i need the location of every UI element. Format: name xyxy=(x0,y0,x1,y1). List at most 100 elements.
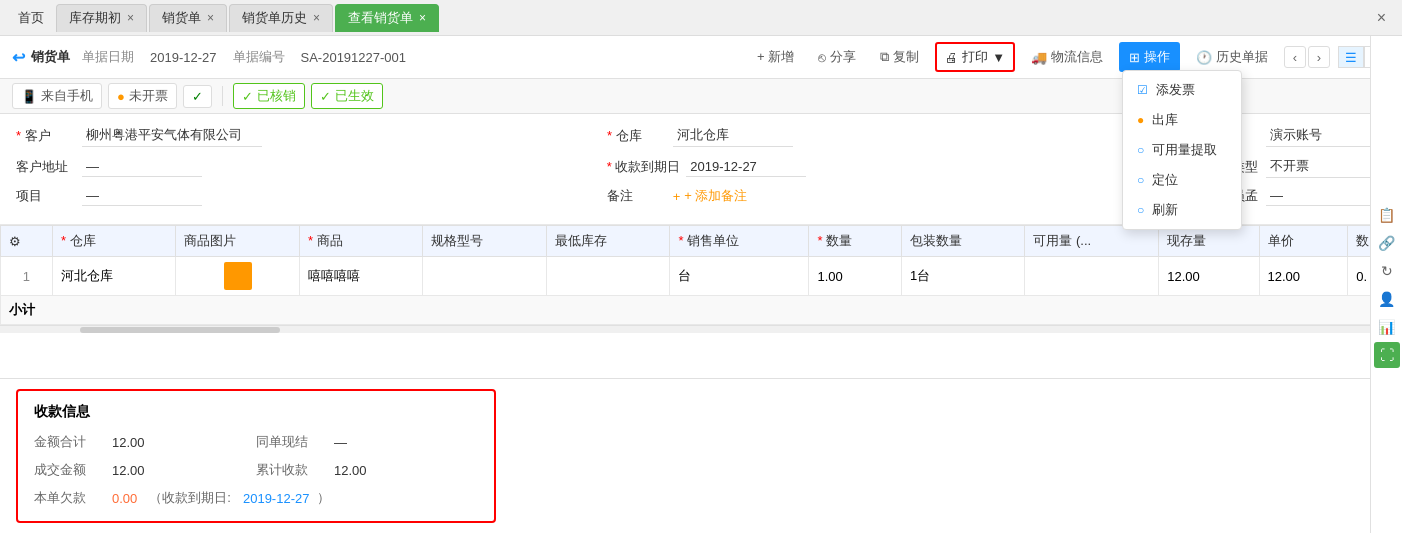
tab-inventory[interactable]: 库存期初 × xyxy=(56,4,147,32)
note-field: 备注 + + 添加备注 xyxy=(607,187,1198,205)
grid-icon: ⊞ xyxy=(1129,50,1140,65)
dropdown-item-available-qty[interactable]: ○ 可用量提取 xyxy=(1123,135,1241,165)
navigation-arrows: ‹ › xyxy=(1284,46,1330,68)
bottom-section: 收款信息 金额合计 12.00 同单现结 — 成交金额 12.00 累计收款 1… xyxy=(0,379,1402,533)
doc-actions: + 新增 ⎋ 分享 ⧉ 复制 🖨 打印 ▼ 🚚 物流信息 ⊞ 操作 xyxy=(749,42,1390,72)
payment-info-panel: 收款信息 金额合计 12.00 同单现结 — 成交金额 12.00 累计收款 1… xyxy=(16,389,496,523)
this-order-label: 本单欠款 xyxy=(34,489,104,507)
row-available xyxy=(1025,257,1159,296)
date-label: 单据日期 xyxy=(82,48,134,66)
check-button[interactable]: ✓ xyxy=(183,85,212,108)
col-gear: ⚙ xyxy=(1,226,53,257)
dropdown-item-outbound[interactable]: ● 出库 xyxy=(1123,105,1241,135)
operations-button[interactable]: ⊞ 操作 xyxy=(1119,42,1180,72)
already-voided-button[interactable]: ✓ 已核销 xyxy=(233,83,305,109)
tab-sales[interactable]: 销货单 × xyxy=(149,4,227,32)
payment-date-field: 收款到期日 2019-12-27 xyxy=(607,157,1198,177)
address-label: 客户地址 xyxy=(16,158,76,176)
doc-type-icon: ↩ xyxy=(12,48,25,67)
subtotal-row: 小计 xyxy=(1,296,1402,325)
tab-view-sales[interactable]: 查看销货单 × xyxy=(335,4,439,32)
sidebar-icon-5[interactable]: 📊 xyxy=(1374,314,1400,340)
col-stock: 现存量 xyxy=(1159,226,1259,257)
tab-close-inventory[interactable]: × xyxy=(127,11,134,25)
window-close-button[interactable]: × xyxy=(1369,9,1394,27)
copy-button[interactable]: ⧉ 复制 xyxy=(872,44,927,70)
due-note: （收款到期日: xyxy=(149,489,231,507)
transaction-amount-value: 12.00 xyxy=(112,463,145,478)
row-unit: 台 xyxy=(670,257,809,296)
dropdown-item-refresh[interactable]: ○ 刷新 xyxy=(1123,195,1241,225)
row-product-img xyxy=(176,257,300,296)
payment-grid: 金额合计 12.00 同单现结 — 成交金额 12.00 累计收款 12.00 … xyxy=(34,431,478,509)
sidebar-icon-2[interactable]: 🔗 xyxy=(1374,230,1400,256)
table-container: ⚙ 仓库 商品图片 商品 规格型号 最低库存 销售单位 数量 包装数量 可用量 … xyxy=(0,225,1402,379)
radio-selected-icon: ● xyxy=(1137,113,1144,127)
toolbar-divider xyxy=(222,86,223,106)
row-spec xyxy=(423,257,547,296)
date-value: 2019-12-27 xyxy=(150,50,217,65)
print-dropdown-arrow: ▼ xyxy=(992,50,1005,65)
customer-label: 客户 xyxy=(16,127,76,145)
col-available: 可用量 (... xyxy=(1025,226,1159,257)
operations-dropdown: ☑ 添发票 ● 出库 ○ 可用量提取 ○ 定位 ○ 刷新 xyxy=(1122,70,1242,230)
row-product: 嘻嘻嘻嘻 xyxy=(299,257,423,296)
sidebar-icon-expand[interactable]: ⛶ xyxy=(1374,342,1400,368)
from-phone-button[interactable]: 📱 来自手机 xyxy=(12,83,102,109)
tab-close-history[interactable]: × xyxy=(313,11,320,25)
already-effective-button[interactable]: ✓ 已生效 xyxy=(311,83,383,109)
next-arrow[interactable]: › xyxy=(1308,46,1330,68)
project-field: 项目 — xyxy=(16,186,607,206)
doc-title-area: ↩ 销货单 xyxy=(12,48,70,67)
due-date-value: 2019-12-27 xyxy=(243,491,310,506)
total-amount-label: 金额合计 xyxy=(34,433,104,451)
ticket-value: 不开票 xyxy=(1266,155,1386,178)
transaction-amount-row: 成交金额 12.00 xyxy=(34,459,256,481)
col-pack-qty: 包装数量 xyxy=(901,226,1025,257)
employee-value: 演示账号 xyxy=(1266,124,1386,147)
print-icon: 🖨 xyxy=(945,50,958,65)
print-button[interactable]: 🖨 打印 ▼ xyxy=(935,42,1015,72)
share-icon: ⎋ xyxy=(818,50,826,65)
payment-date-label: 收款到期日 xyxy=(607,158,681,176)
sidebar-icon-4[interactable]: 👤 xyxy=(1374,286,1400,312)
sidebar-icon-1[interactable]: 📋 xyxy=(1374,202,1400,228)
radio-unselected-icon-1: ○ xyxy=(1137,143,1144,157)
dropdown-item-locate[interactable]: ○ 定位 xyxy=(1123,165,1241,195)
prev-arrow[interactable]: ‹ xyxy=(1284,46,1306,68)
not-opened-button[interactable]: ● 未开票 xyxy=(108,83,177,109)
col-product-img: 商品图片 xyxy=(176,226,300,257)
list-view-button[interactable]: ☰ xyxy=(1338,46,1364,68)
share-button[interactable]: ⎋ 分享 xyxy=(810,44,864,70)
table-header-row: ⚙ 仓库 商品图片 商品 规格型号 最低库存 销售单位 数量 包装数量 可用量 … xyxy=(1,226,1402,257)
due-note-close: ） xyxy=(317,489,330,507)
logistics-button[interactable]: 🚚 物流信息 xyxy=(1023,44,1111,70)
subtotal-label: 小计 xyxy=(1,296,1402,325)
col-product: 商品 xyxy=(299,226,423,257)
add-note-button[interactable]: + + 添加备注 xyxy=(673,187,748,205)
col-min-stock: 最低库存 xyxy=(546,226,670,257)
dropdown-item-add-invoice[interactable]: ☑ 添发票 xyxy=(1123,75,1241,105)
payment-info-title: 收款信息 xyxy=(34,403,478,421)
col-qty: 数量 xyxy=(809,226,901,257)
radio-unselected-icon-2: ○ xyxy=(1137,173,1144,187)
row-min-stock xyxy=(546,257,670,296)
history-button[interactable]: 🕐 历史单据 xyxy=(1188,44,1276,70)
tab-close-view-sales[interactable]: × xyxy=(419,11,426,25)
new-button[interactable]: + 新增 xyxy=(749,44,802,70)
same-order-label: 同单现结 xyxy=(256,433,326,451)
sidebar-icon-3[interactable]: ↻ xyxy=(1374,258,1400,284)
salesman-value: — xyxy=(1266,186,1386,206)
right-sidebar: 📋 🔗 ↻ 👤 📊 ⛶ xyxy=(1370,36,1402,533)
tab-sales-history[interactable]: 销货单历史 × xyxy=(229,4,333,32)
col-spec: 规格型号 xyxy=(423,226,547,257)
total-amount-value: 12.00 xyxy=(112,435,145,450)
tab-close-sales[interactable]: × xyxy=(207,11,214,25)
phone-icon: 📱 xyxy=(21,89,37,104)
tab-home[interactable]: 首页 xyxy=(8,9,54,27)
table-row: 1 河北仓库 嘻嘻嘻嘻 台 1.00 1台 12.00 12.00 0. xyxy=(1,257,1402,296)
payment-date-value: 2019-12-27 xyxy=(686,157,806,177)
cumulative-label: 累计收款 xyxy=(256,461,326,479)
warehouse-value: 河北仓库 xyxy=(673,124,793,147)
project-value: — xyxy=(82,186,202,206)
